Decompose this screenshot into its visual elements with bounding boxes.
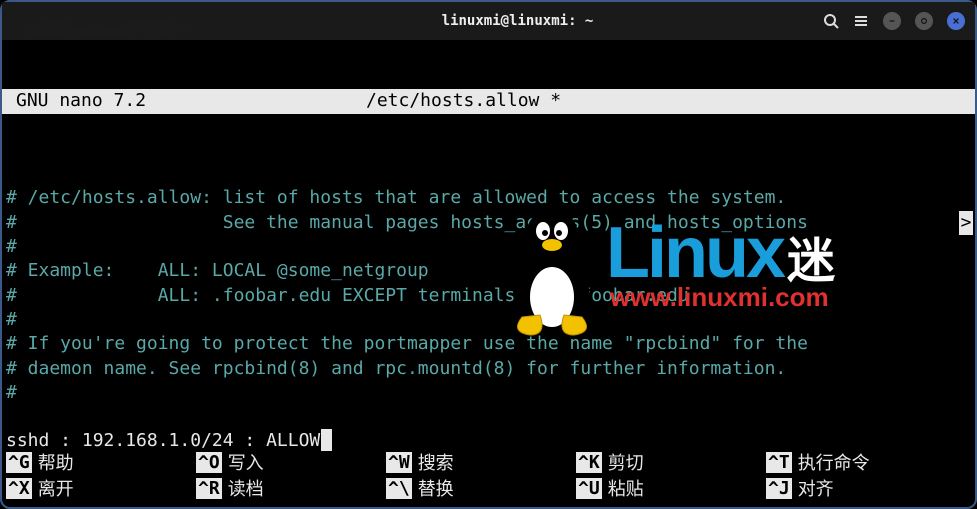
shortcut-row: ^X离开 ^R读档 ^\替换 ^U粘贴 ^J对齐 <box>2 475 975 501</box>
shortcut-exit[interactable]: ^X离开 <box>6 475 196 501</box>
comment-line: # <box>6 382 17 403</box>
comment-line: # /etc/hosts.allow: list of hosts that a… <box>6 187 786 208</box>
nano-header: GNU nano 7.2 /etc/hosts.allow * <box>2 89 975 114</box>
search-icon[interactable] <box>823 13 839 29</box>
shortcut-justify[interactable]: ^J对齐 <box>766 475 956 501</box>
shortcut-replace[interactable]: ^\替换 <box>386 475 576 501</box>
nano-editor[interactable]: GNU nano 7.2 /etc/hosts.allow * # /etc/h… <box>2 40 975 502</box>
window-titlebar: linuxmi@linuxmi: ~ <box>2 2 975 40</box>
menu-icon[interactable] <box>853 13 869 29</box>
shortcut-cut[interactable]: ^K剪切 <box>576 449 766 475</box>
titlebar-controls <box>823 12 965 30</box>
comment-line: # <box>6 309 17 330</box>
window-title: linuxmi@linuxmi: ~ <box>442 13 594 29</box>
shortcut-execute[interactable]: ^T执行命令 <box>766 449 956 475</box>
nano-file-path: /etc/hosts.allow * <box>306 89 971 113</box>
shortcut-writeout[interactable]: ^O写入 <box>196 449 386 475</box>
line-continuation-marker: > <box>959 211 973 235</box>
shortcut-help[interactable]: ^G帮助 <box>6 449 196 475</box>
comment-line: # See the manual pages hosts_access(5) a… <box>6 212 808 233</box>
shortcut-search[interactable]: ^W搜索 <box>386 449 576 475</box>
comment-line: # <box>6 236 17 257</box>
comment-line: # ALL: .foobar.edu EXCEPT terminalserver… <box>6 285 689 306</box>
minimize-button[interactable] <box>883 12 901 30</box>
comment-line: # daemon name. See rpcbind(8) and rpc.mo… <box>6 358 786 379</box>
comment-line: # If you're going to protect the portmap… <box>6 333 808 354</box>
comment-line: # Example: ALL: LOCAL @some_netgroup <box>6 260 429 281</box>
kali-dragon-bg <box>22 8 192 38</box>
shortcut-row: ^G帮助 ^O写入 ^W搜索 ^K剪切 ^T执行命令 <box>2 449 975 475</box>
nano-shortcuts: ^G帮助 ^O写入 ^W搜索 ^K剪切 ^T执行命令 ^X离开 ^R读档 ^\替… <box>2 449 975 501</box>
shortcut-paste[interactable]: ^U粘贴 <box>576 475 766 501</box>
maximize-button[interactable] <box>915 12 933 30</box>
shortcut-readfile[interactable]: ^R读档 <box>196 475 386 501</box>
nano-app-name: GNU nano 7.2 <box>6 89 306 113</box>
close-button[interactable] <box>947 12 965 30</box>
file-content[interactable]: # /etc/hosts.allow: list of hosts that a… <box>2 162 975 478</box>
